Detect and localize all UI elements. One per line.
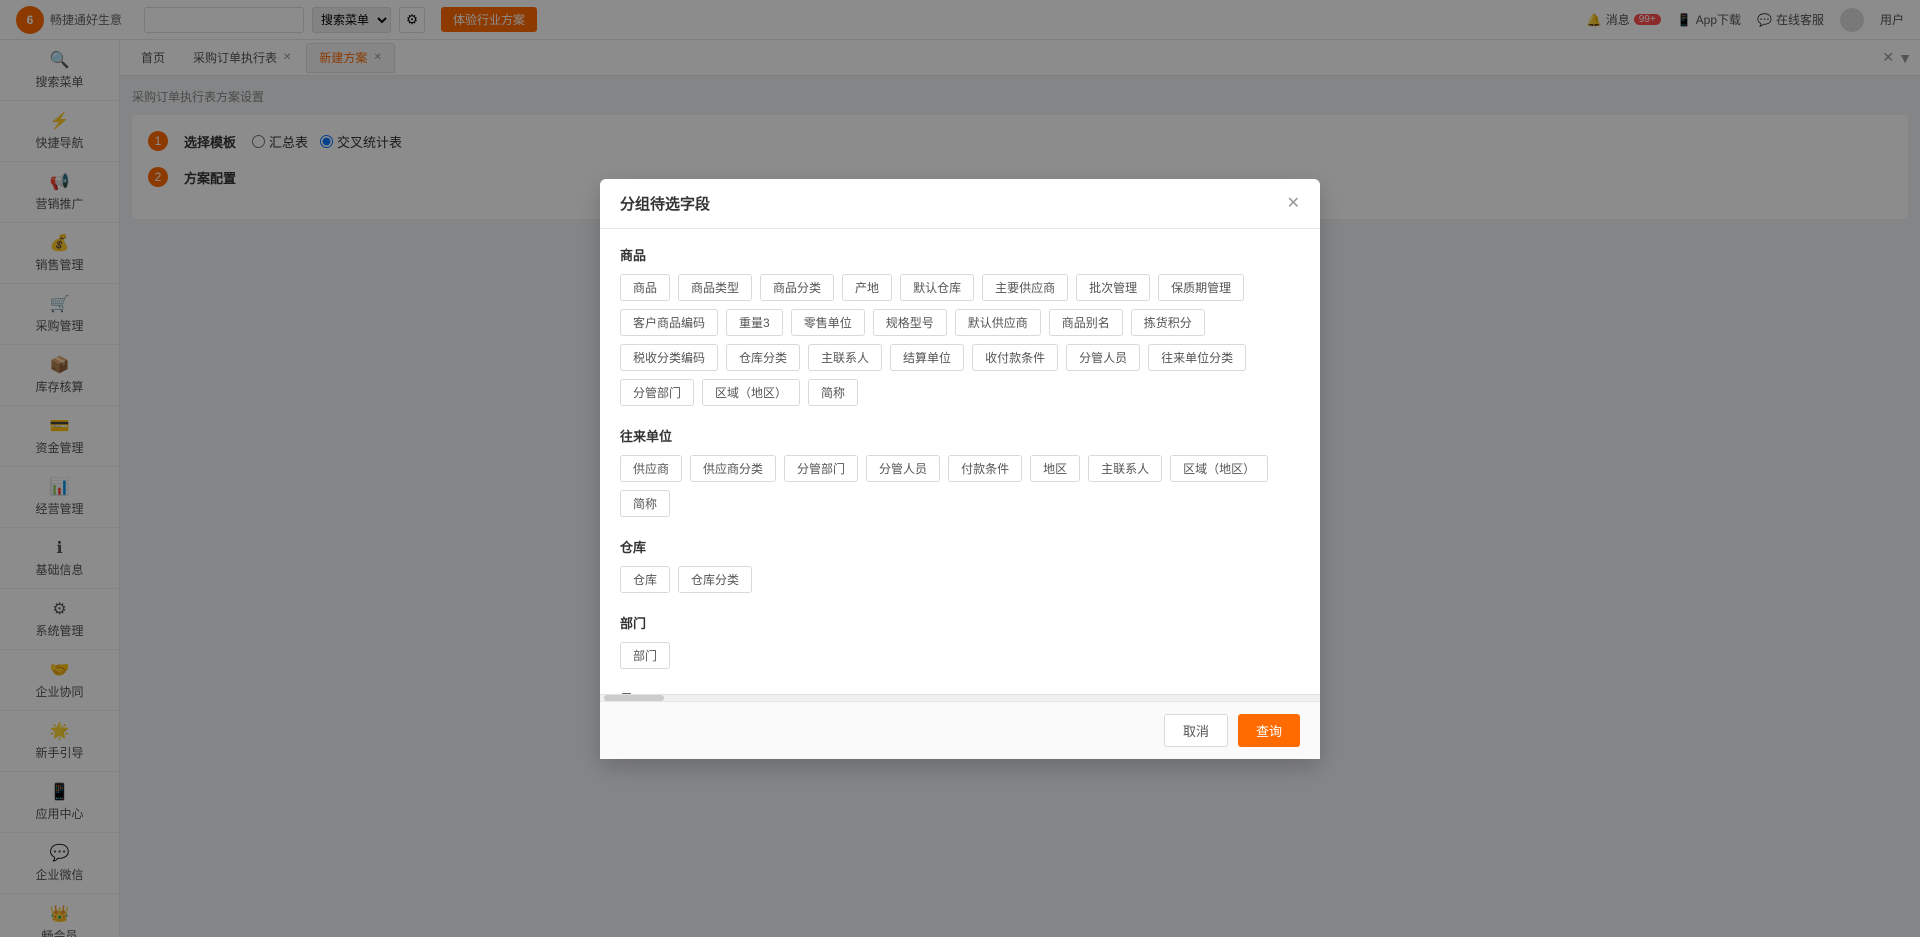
field-tag-goods-4[interactable]: 默认仓库 bbox=[900, 274, 974, 301]
field-tag-goods-11[interactable]: 规格型号 bbox=[873, 309, 947, 336]
horizontal-scrollbar[interactable] bbox=[600, 694, 1320, 701]
field-tag-goods-16[interactable]: 仓库分类 bbox=[726, 344, 800, 371]
section-title-department: 部门 bbox=[620, 613, 1300, 632]
field-tag-goods-15[interactable]: 税收分类编码 bbox=[620, 344, 718, 371]
section-title-partner: 往来单位 bbox=[620, 426, 1300, 445]
field-tag-goods-7[interactable]: 保质期管理 bbox=[1158, 274, 1244, 301]
field-tag-goods-12[interactable]: 默认供应商 bbox=[955, 309, 1041, 336]
field-tag-department-0[interactable]: 部门 bbox=[620, 642, 670, 669]
field-tag-partner-8[interactable]: 简称 bbox=[620, 490, 670, 517]
field-tag-partner-4[interactable]: 付款条件 bbox=[948, 455, 1022, 482]
field-tag-partner-5[interactable]: 地区 bbox=[1030, 455, 1080, 482]
field-tag-warehouse-0[interactable]: 仓库 bbox=[620, 566, 670, 593]
field-tag-goods-3[interactable]: 产地 bbox=[842, 274, 892, 301]
modal-dialog: 分组待选字段 ✕ 商品商品商品类型商品分类产地默认仓库主要供应商批次管理保质期管… bbox=[600, 179, 1320, 759]
field-tag-goods-6[interactable]: 批次管理 bbox=[1076, 274, 1150, 301]
field-tag-goods-17[interactable]: 主联系人 bbox=[808, 344, 882, 371]
field-tag-goods-8[interactable]: 客户商品编码 bbox=[620, 309, 718, 336]
field-tag-goods-14[interactable]: 拣货积分 bbox=[1131, 309, 1205, 336]
section-title-goods: 商品 bbox=[620, 245, 1300, 264]
field-section-department: 部门部门 bbox=[620, 613, 1300, 669]
modal-header: 分组待选字段 ✕ bbox=[600, 179, 1320, 229]
cancel-button[interactable]: 取消 bbox=[1164, 714, 1228, 747]
field-tag-goods-19[interactable]: 收付款条件 bbox=[972, 344, 1058, 371]
confirm-button[interactable]: 查询 bbox=[1238, 714, 1300, 747]
modal-body[interactable]: 商品商品商品类型商品分类产地默认仓库主要供应商批次管理保质期管理客户商品编码重量… bbox=[600, 229, 1320, 694]
field-section-partner: 往来单位供应商供应商分类分管部门分管人员付款条件地区主联系人区域（地区） 简称 bbox=[620, 426, 1300, 517]
field-tag-goods-21[interactable]: 往来单位分类 bbox=[1148, 344, 1246, 371]
field-tag-partner-1[interactable]: 供应商分类 bbox=[690, 455, 776, 482]
field-tag-goods-13[interactable]: 商品别名 bbox=[1049, 309, 1123, 336]
section-title-warehouse: 仓库 bbox=[620, 537, 1300, 556]
field-tag-partner-0[interactable]: 供应商 bbox=[620, 455, 682, 482]
modal-footer: 取消 查询 bbox=[600, 701, 1320, 759]
field-tag-goods-5[interactable]: 主要供应商 bbox=[982, 274, 1068, 301]
field-section-warehouse: 仓库仓库仓库分类 bbox=[620, 537, 1300, 593]
field-tag-goods-10[interactable]: 零售单位 bbox=[791, 309, 865, 336]
field-tags-partner: 供应商供应商分类分管部门分管人员付款条件地区主联系人区域（地区） 简称 bbox=[620, 455, 1300, 517]
field-tag-goods-22[interactable]: 分管部门 bbox=[620, 379, 694, 406]
field-tag-partner-7[interactable]: 区域（地区） bbox=[1170, 455, 1268, 482]
field-tags-department: 部门 bbox=[620, 642, 1300, 669]
modal-overlay: 分组待选字段 ✕ 商品商品商品类型商品分类产地默认仓库主要供应商批次管理保质期管… bbox=[0, 0, 1920, 937]
field-tags-warehouse: 仓库仓库分类 bbox=[620, 566, 1300, 593]
field-tag-goods-1[interactable]: 商品类型 bbox=[678, 274, 752, 301]
field-section-goods: 商品商品商品类型商品分类产地默认仓库主要供应商批次管理保质期管理客户商品编码重量… bbox=[620, 245, 1300, 406]
field-tag-partner-3[interactable]: 分管人员 bbox=[866, 455, 940, 482]
field-tag-goods-24[interactable]: 简称 bbox=[808, 379, 858, 406]
field-tag-partner-2[interactable]: 分管部门 bbox=[784, 455, 858, 482]
field-tags-goods: 商品商品类型商品分类产地默认仓库主要供应商批次管理保质期管理客户商品编码重量3 零… bbox=[620, 274, 1300, 406]
field-tag-warehouse-1[interactable]: 仓库分类 bbox=[678, 566, 752, 593]
field-tag-partner-6[interactable]: 主联系人 bbox=[1088, 455, 1162, 482]
modal-title: 分组待选字段 bbox=[620, 193, 710, 214]
modal-close-button[interactable]: ✕ bbox=[1287, 193, 1300, 213]
field-tag-goods-23[interactable]: 区域（地区） bbox=[702, 379, 800, 406]
field-tag-goods-18[interactable]: 结算单位 bbox=[890, 344, 964, 371]
field-tag-goods-2[interactable]: 商品分类 bbox=[760, 274, 834, 301]
field-tag-goods-9[interactable]: 重量3 bbox=[726, 309, 783, 336]
field-tag-goods-0[interactable]: 商品 bbox=[620, 274, 670, 301]
field-tag-goods-20[interactable]: 分管人员 bbox=[1066, 344, 1140, 371]
